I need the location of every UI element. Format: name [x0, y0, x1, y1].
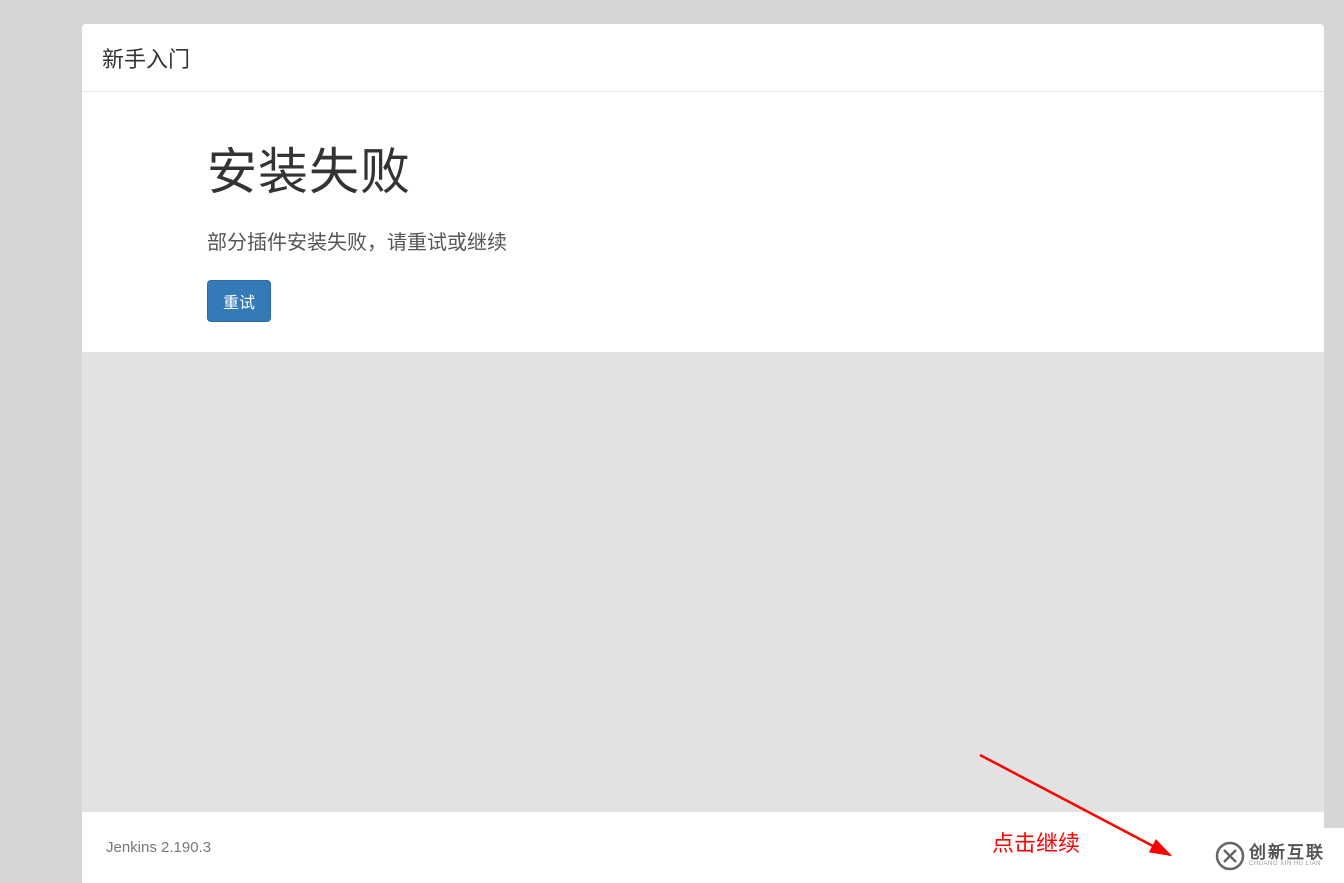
error-title: 安装失败 [207, 132, 1304, 204]
watermark-logo: 创新互联 CHUANG XIN HU LIAN [1215, 841, 1325, 871]
watermark-logo-text: 创新互联 CHUANG XIN HU LIAN [1249, 844, 1325, 867]
retry-button[interactable]: 重试 [207, 280, 271, 322]
modal-title: 新手入门 [102, 42, 190, 74]
watermark-cn: 创新互联 [1249, 844, 1325, 861]
watermark: 创新互联 CHUANG XIN HU LIAN [1196, 828, 1344, 883]
version-text: Jenkins 2.190.3 [106, 839, 211, 856]
modal-header: 新手入门 [82, 24, 1324, 92]
content-panel: 安装失败 部分插件安装失败，请重试或继续 重试 [82, 92, 1324, 352]
watermark-logo-icon [1215, 841, 1245, 871]
error-subtitle: 部分插件安装失败，请重试或继续 [207, 226, 1304, 255]
annotation-text: 点击继续 [992, 826, 1080, 858]
watermark-en: CHUANG XIN HU LIAN [1249, 861, 1325, 867]
